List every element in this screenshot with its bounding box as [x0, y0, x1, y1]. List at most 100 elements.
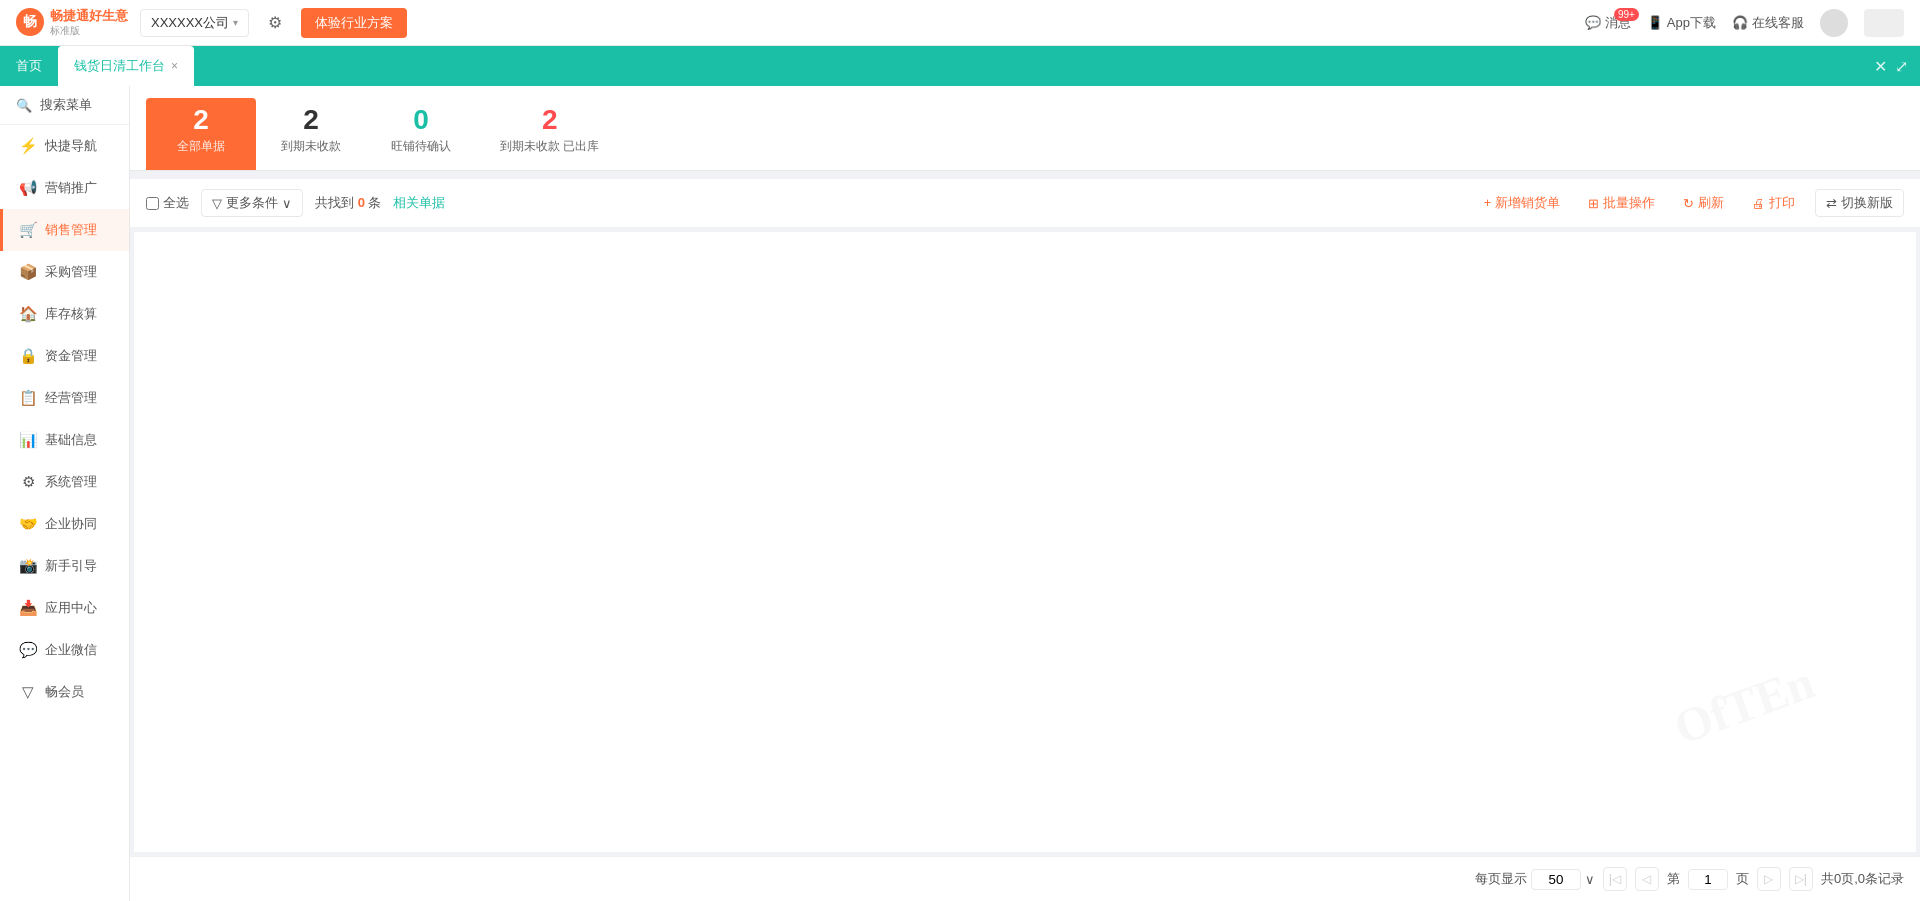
header-right: 💬 消息 99+ 📱 App下载 🎧 在线客服	[1585, 9, 1904, 37]
page-last-btn[interactable]: ▷|	[1789, 867, 1813, 891]
logo-sub-text: 标准版	[50, 24, 128, 37]
sidebar-item-marketing[interactable]: 📢 营销推广	[0, 167, 129, 209]
user-name-area[interactable]	[1864, 9, 1904, 37]
app-download-icon: 📱	[1647, 15, 1663, 30]
online-service-action[interactable]: 🎧 在线客服	[1732, 14, 1804, 32]
sidebar-item-enterprise-wechat[interactable]: 💬 企业微信	[0, 629, 129, 671]
add-sales-btn[interactable]: + 新增销货单	[1476, 190, 1568, 216]
per-page-label: 每页显示	[1475, 870, 1527, 888]
batch-ops-btn[interactable]: ⊞ 批量操作	[1580, 190, 1663, 216]
online-service-label: 在线客服	[1752, 14, 1804, 32]
online-service-icon: 🎧	[1732, 15, 1748, 30]
sidebar-label-beginner-guide: 新手引导	[45, 557, 97, 575]
company-selector[interactable]: XXXXXX公司 ▾	[140, 9, 249, 37]
page-prev-btn[interactable]: ◁	[1635, 867, 1659, 891]
tab-home-label: 首页	[16, 57, 42, 75]
related-link[interactable]: 相关单据	[393, 194, 445, 212]
avatar[interactable]	[1820, 9, 1848, 37]
found-text: 共找到 0 条	[315, 194, 381, 212]
logo-area: 畅 畅捷通好生意 标准版	[16, 8, 128, 38]
stat-label-overdue-unpaid: 到期未收款	[281, 138, 341, 155]
sidebar-label-sales-mgmt: 销售管理	[45, 221, 97, 239]
logo-text: 畅捷通好生意 标准版	[50, 8, 128, 38]
company-dropdown-arrow: ▾	[233, 17, 238, 28]
sidebar-item-finance[interactable]: 🔒 资金管理	[0, 335, 129, 377]
per-page-dropdown-arrow[interactable]: ∨	[1585, 872, 1595, 887]
tab-close-window-icon[interactable]: ✕	[1874, 57, 1887, 76]
watermark: OfTEn	[1667, 654, 1821, 755]
filter-dropdown-arrow: ∨	[282, 196, 292, 211]
tab-cashflow-label: 钱货日清工作台	[74, 57, 165, 75]
tab-maximize-icon[interactable]: ⤢	[1895, 57, 1908, 76]
stat-tab-pending-confirm[interactable]: 0 旺铺待确认	[366, 98, 476, 170]
inventory-icon: 🏠	[19, 305, 37, 323]
sidebar-label-basic-info: 基础信息	[45, 431, 97, 449]
sidebar-label-member: 畅会员	[45, 683, 84, 701]
main-layout: 🔍 搜索菜单 ⚡ 快捷导航 📢 营销推广 🛒 销售管理 📦 采购管理 🏠 库存核…	[0, 86, 1920, 901]
page-label: 第	[1667, 870, 1680, 888]
settings-icon[interactable]: ⚙	[261, 9, 289, 37]
sidebar-item-member[interactable]: ▽ 畅会员	[0, 671, 129, 713]
app-center-icon: 📥	[19, 599, 37, 617]
content-area: 2 全部单据 2 到期未收款 0 旺铺待确认 2 到期未收款 已出库 全选	[130, 86, 1920, 901]
sidebar: 🔍 搜索菜单 ⚡ 快捷导航 📢 营销推广 🛒 销售管理 📦 采购管理 🏠 库存核…	[0, 86, 130, 901]
sidebar-label-system-mgmt: 系统管理	[45, 473, 97, 491]
switch-icon: ⇄	[1826, 196, 1837, 211]
stat-tab-overdue-unshipped[interactable]: 2 到期未收款 已出库	[476, 98, 623, 170]
guide-icon: 📸	[19, 557, 37, 575]
app-download-action[interactable]: 📱 App下载	[1647, 14, 1716, 32]
select-all-input[interactable]	[146, 197, 159, 210]
marketing-icon: 📢	[19, 179, 37, 197]
sidebar-item-sales-mgmt[interactable]: 🛒 销售管理	[0, 209, 129, 251]
more-filters-btn[interactable]: ▽ 更多条件 ∨	[201, 189, 303, 217]
coop-icon: 🤝	[19, 515, 37, 533]
tab-cashflow-close[interactable]: ×	[171, 59, 178, 73]
tab-bar: 首页 钱货日清工作台 × ✕ ⤢	[0, 46, 1920, 86]
sidebar-item-system-mgmt[interactable]: ⚙ 系统管理	[0, 461, 129, 503]
print-btn[interactable]: 🖨 打印	[1744, 190, 1803, 216]
sidebar-item-purchase-mgmt[interactable]: 📦 采购管理	[0, 251, 129, 293]
page-next-btn[interactable]: ▷	[1757, 867, 1781, 891]
sidebar-item-enterprise-coop[interactable]: 🤝 企业协同	[0, 503, 129, 545]
stat-num-overdue-unpaid: 2	[303, 106, 319, 134]
stat-num-overdue-unshipped: 2	[542, 106, 558, 134]
experience-btn[interactable]: 体验行业方案	[301, 8, 407, 38]
page-number-input[interactable]	[1688, 869, 1728, 890]
tab-home[interactable]: 首页	[0, 46, 58, 86]
search-icon: 🔍	[16, 98, 32, 113]
sidebar-label-enterprise-coop: 企业协同	[45, 515, 97, 533]
top-header: 畅 畅捷通好生意 标准版 XXXXXX公司 ▾ ⚙ 体验行业方案 💬 消息 99…	[0, 0, 1920, 46]
switch-version-btn[interactable]: ⇄ 切换新版	[1815, 189, 1904, 217]
stat-label-all: 全部单据	[177, 138, 225, 155]
sidebar-item-inventory[interactable]: 🏠 库存核算	[0, 293, 129, 335]
batch-icon: ⊞	[1588, 196, 1599, 211]
message-badge: 99+	[1614, 8, 1639, 21]
refresh-btn[interactable]: ↻ 刷新	[1675, 190, 1732, 216]
message-icon: 💬	[1585, 15, 1601, 30]
sidebar-label-inventory: 库存核算	[45, 305, 97, 323]
print-icon: 🖨	[1752, 196, 1765, 211]
message-action[interactable]: 💬 消息 99+	[1585, 14, 1631, 32]
tab-cashflow[interactable]: 钱货日清工作台 ×	[58, 46, 194, 86]
stat-tab-all[interactable]: 2 全部单据	[146, 98, 256, 170]
sidebar-item-basic-info[interactable]: 📊 基础信息	[0, 419, 129, 461]
sidebar-label-app-center: 应用中心	[45, 599, 97, 617]
sidebar-search[interactable]: 🔍 搜索菜单	[0, 86, 129, 125]
company-name: XXXXXX公司	[151, 14, 229, 32]
select-all-checkbox[interactable]: 全选	[146, 194, 189, 212]
page-suffix: 页	[1736, 870, 1749, 888]
sidebar-item-quick-nav[interactable]: ⚡ 快捷导航	[0, 125, 129, 167]
sidebar-item-beginner-guide[interactable]: 📸 新手引导	[0, 545, 129, 587]
sidebar-item-operations[interactable]: 📋 经营管理	[0, 377, 129, 419]
sidebar-label-quick-nav: 快捷导航	[45, 137, 97, 155]
found-count: 0	[358, 195, 365, 210]
stat-label-pending-confirm: 旺铺待确认	[391, 138, 451, 155]
table-area: OfTEn	[134, 232, 1916, 852]
wechat-icon: 💬	[19, 641, 37, 659]
stat-tab-overdue-unpaid[interactable]: 2 到期未收款	[256, 98, 366, 170]
member-icon: ▽	[19, 683, 37, 701]
page-first-btn[interactable]: |◁	[1603, 867, 1627, 891]
per-page-input[interactable]	[1531, 869, 1581, 890]
search-label: 搜索菜单	[40, 96, 92, 114]
sidebar-item-app-center[interactable]: 📥 应用中心	[0, 587, 129, 629]
